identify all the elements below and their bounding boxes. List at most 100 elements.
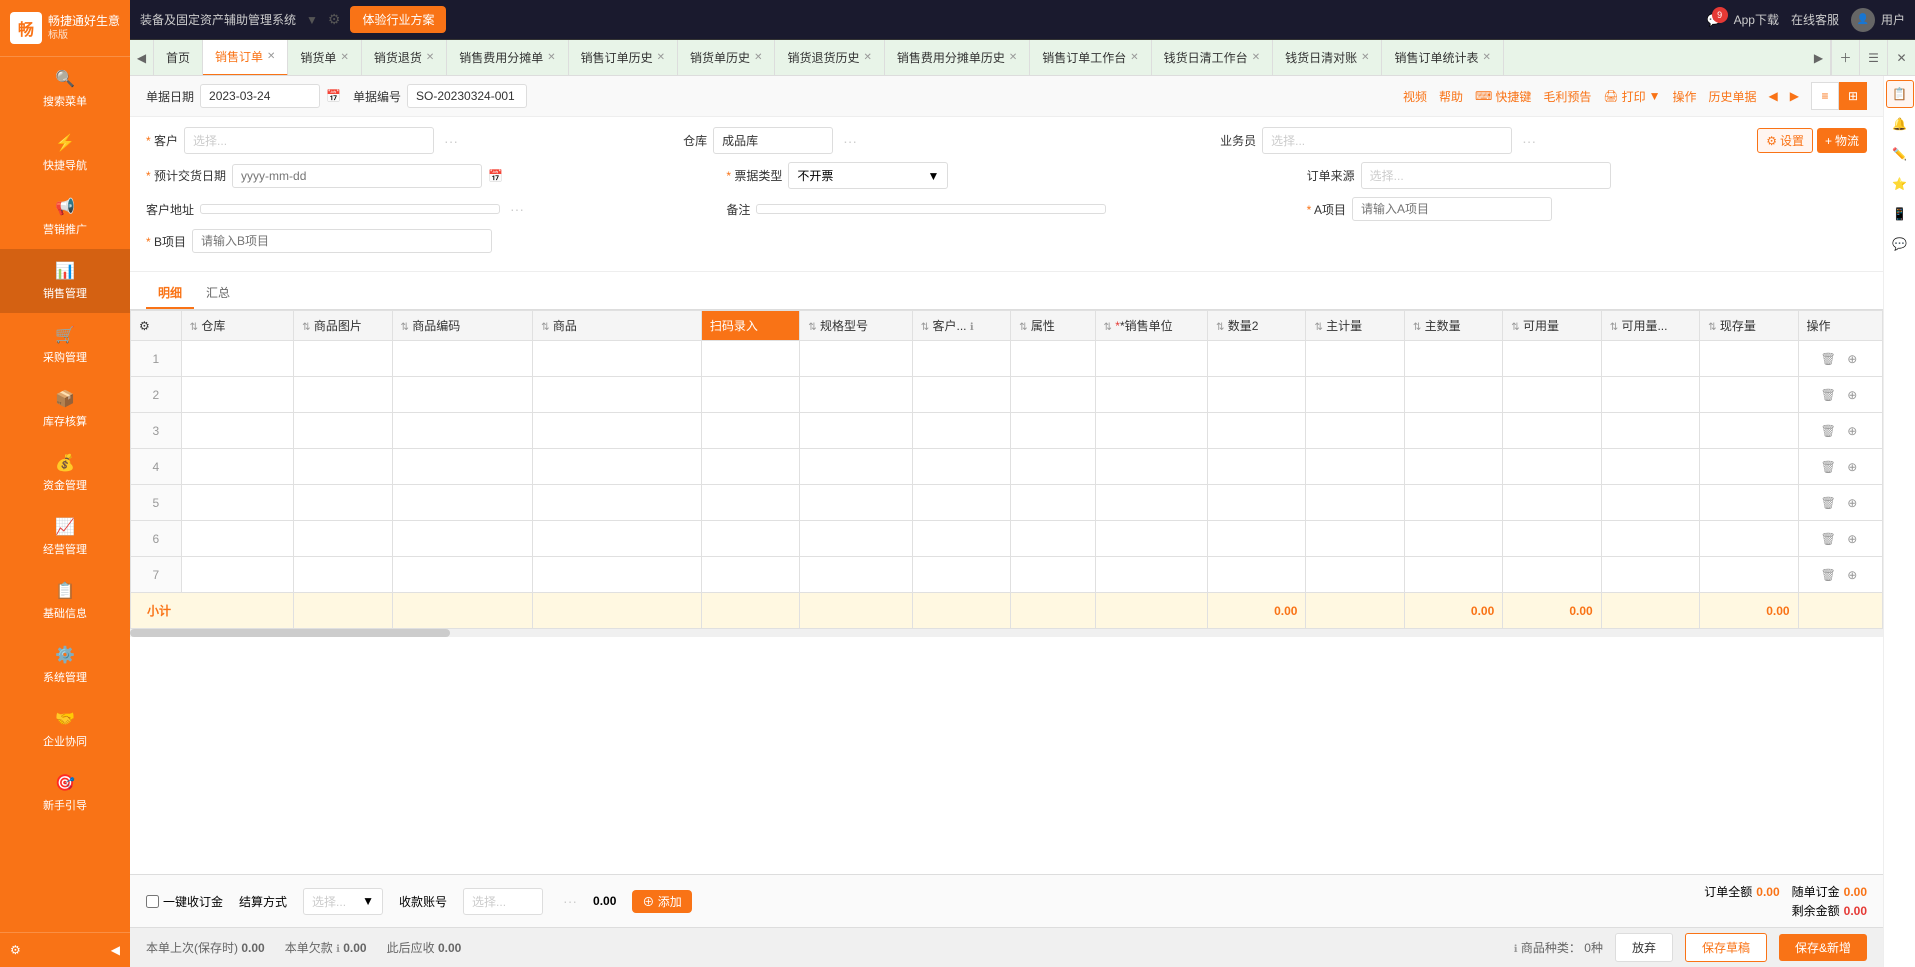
right-sidebar-phone-icon[interactable]: 📱	[1886, 200, 1914, 228]
warehouse-more-icon[interactable]: ···	[843, 133, 857, 149]
tab-next-btn[interactable]: ▶	[1807, 40, 1831, 76]
row-copy-btn[interactable]: ⊕	[1842, 385, 1862, 405]
tab-daily-reconcile[interactable]: 钱货日清对账 ✕	[1273, 40, 1382, 76]
detail-tab-detail[interactable]: 明细	[146, 278, 194, 309]
tab-close-sales-stat[interactable]: ✕	[1483, 52, 1491, 63]
tab-invoice-history[interactable]: 销货单历史 ✕	[678, 40, 775, 76]
tab-home[interactable]: 首页	[154, 40, 203, 76]
nav-next-icon[interactable]: ▶	[1790, 89, 1799, 103]
col-current[interactable]: ⇅ 现存量	[1700, 311, 1798, 341]
row-copy-btn[interactable]: ⊕	[1842, 493, 1862, 513]
horizontal-scrollbar[interactable]	[130, 629, 1883, 637]
col-warehouse[interactable]: ⇅ 仓库	[181, 311, 293, 341]
sidebar-item-nav[interactable]: ⚡ 快捷导航	[0, 121, 130, 185]
tab-close-sales-return[interactable]: ✕	[426, 52, 434, 63]
address-more-icon[interactable]: ···	[510, 201, 524, 217]
system-dropdown[interactable]: ▼	[306, 13, 318, 27]
online-service[interactable]: 在线客服	[1791, 11, 1839, 28]
solution-btn[interactable]: 体验行业方案	[350, 6, 446, 33]
save-draft-btn[interactable]: 保存草稿	[1685, 933, 1767, 962]
help-btn[interactable]: 帮助	[1439, 88, 1463, 105]
sidebar-item-purchase[interactable]: 🛒 采购管理	[0, 313, 130, 377]
invoice-type-select[interactable]: 不开票 ▼	[788, 162, 948, 189]
one-click-checkbox[interactable]	[146, 895, 159, 908]
row-copy-btn[interactable]: ⊕	[1842, 529, 1862, 549]
tab-order-workbench[interactable]: 销售订单工作台 ✕	[1030, 40, 1151, 76]
right-sidebar-star-icon[interactable]: ⭐	[1886, 170, 1914, 198]
sidebar-collapse-icon[interactable]: ◀	[111, 943, 120, 957]
tab-order-history[interactable]: 销售订单历史 ✕	[569, 40, 678, 76]
col-qty2[interactable]: ⇅ 数量2	[1208, 311, 1306, 341]
right-sidebar-edit-icon[interactable]: ✏️	[1886, 140, 1914, 168]
right-sidebar-form-icon[interactable]: 📋	[1886, 80, 1914, 108]
tab-daily-workbench[interactable]: 钱货日清工作台 ✕	[1152, 40, 1273, 76]
sidebar-item-enterprise[interactable]: 🤝 企业协同	[0, 697, 130, 761]
col-image[interactable]: ⇅ 商品图片	[294, 311, 392, 341]
calendar-icon[interactable]: 📅	[326, 89, 341, 103]
settings-gear-icon[interactable]: ⚙	[328, 11, 341, 28]
sidebar-item-sales[interactable]: 📊 销售管理	[0, 249, 130, 313]
col-available[interactable]: ⇅ 可用量	[1503, 311, 1601, 341]
bank-account-select[interactable]: 选择...	[463, 888, 543, 915]
tab-close-sales-order[interactable]: ✕	[267, 51, 275, 62]
payment-method-select[interactable]: 选择... ▼	[303, 888, 383, 915]
a-project-input[interactable]	[1352, 197, 1552, 221]
col-attr[interactable]: ⇅ 属性	[1011, 311, 1095, 341]
row-delete-btn[interactable]: 🗑	[1818, 349, 1838, 369]
col-available2[interactable]: ⇅ 可用量...	[1601, 311, 1699, 341]
row-copy-btn[interactable]: ⊕	[1842, 421, 1862, 441]
right-sidebar-chat-icon[interactable]: 💬	[1886, 230, 1914, 258]
tab-sales-order[interactable]: 销售订单 ✕	[203, 40, 288, 76]
view-list-btn[interactable]: ≡	[1811, 82, 1839, 110]
row-delete-btn[interactable]: 🗑	[1818, 493, 1838, 513]
right-sidebar-bell-icon[interactable]: 🔔	[1886, 110, 1914, 138]
col-code[interactable]: ⇅ 商品编码	[392, 311, 533, 341]
sidebar-item-search[interactable]: 🔍 搜索菜单	[0, 57, 130, 121]
customer-address-input[interactable]	[200, 204, 500, 214]
tab-sales-stat[interactable]: 销售订单统计表 ✕	[1382, 40, 1503, 76]
app-download[interactable]: App下载	[1734, 11, 1779, 28]
row-delete-btn[interactable]: 🗑	[1818, 385, 1838, 405]
tab-return-history[interactable]: 销货退货历史 ✕	[775, 40, 884, 76]
tab-close-daily-reconcile[interactable]: ✕	[1361, 52, 1369, 63]
calendar2-icon[interactable]: 📅	[488, 169, 503, 183]
operation-btn[interactable]: 操作	[1673, 88, 1697, 105]
tab-expense-split[interactable]: 销售费用分摊单 ✕	[447, 40, 568, 76]
history-btn[interactable]: 历史单据	[1709, 88, 1757, 105]
scrollbar-thumb[interactable]	[130, 629, 450, 637]
warehouse-input[interactable]: 成品库	[713, 127, 833, 154]
tab-add-btn[interactable]: ＋	[1831, 40, 1859, 76]
sidebar-item-basic[interactable]: 📋 基础信息	[0, 569, 130, 633]
sidebar-item-guide[interactable]: 🎯 新手引导	[0, 761, 130, 825]
sidebar-item-marketing[interactable]: 📢 营销推广	[0, 185, 130, 249]
tab-prev-btn[interactable]: ◀	[130, 40, 154, 76]
tab-close-expense-history[interactable]: ✕	[1009, 52, 1017, 63]
detail-tab-summary[interactable]: 汇总	[194, 278, 242, 309]
tab-close-order-workbench[interactable]: ✕	[1130, 52, 1138, 63]
row-delete-btn[interactable]: 🗑	[1818, 565, 1838, 585]
nav-prev-icon[interactable]: ◀	[1769, 89, 1778, 103]
order-source-input[interactable]: 选择...	[1361, 162, 1611, 189]
col-scan[interactable]: 扫码录入	[701, 311, 799, 341]
col-main-unit[interactable]: ⇅ 主计量	[1306, 311, 1404, 341]
sidebar-item-management[interactable]: 📈 经营管理	[0, 505, 130, 569]
row-delete-btn[interactable]: 🗑	[1818, 457, 1838, 477]
shortcut-btn[interactable]: ⌨ 快捷键	[1475, 88, 1531, 105]
row-copy-btn[interactable]: ⊕	[1842, 349, 1862, 369]
note-input[interactable]	[756, 204, 1106, 214]
add-payment-btn[interactable]: ⊕ 添加	[632, 890, 691, 913]
one-click-order-checkbox[interactable]: 一键收订金	[146, 893, 223, 910]
row-delete-btn[interactable]: 🗑	[1818, 421, 1838, 441]
username[interactable]: 用户	[1881, 11, 1905, 28]
tab-close-return-history[interactable]: ✕	[863, 52, 871, 63]
tab-close-expense-split[interactable]: ✕	[547, 52, 555, 63]
col-spec[interactable]: ⇅ 规格型号	[800, 311, 912, 341]
view-form-btn[interactable]: ⊞	[1839, 82, 1867, 110]
tab-close-sales-invoice[interactable]: ✕	[340, 52, 348, 63]
delivery-date-input[interactable]	[232, 164, 482, 188]
settings-btn[interactable]: ⚙ 设置	[1757, 128, 1813, 153]
save-new-btn[interactable]: 保存&新增	[1779, 934, 1867, 961]
row-copy-btn[interactable]: ⊕	[1842, 565, 1862, 585]
b-project-input[interactable]	[192, 229, 492, 253]
material-btn[interactable]: + 物流	[1817, 128, 1867, 153]
